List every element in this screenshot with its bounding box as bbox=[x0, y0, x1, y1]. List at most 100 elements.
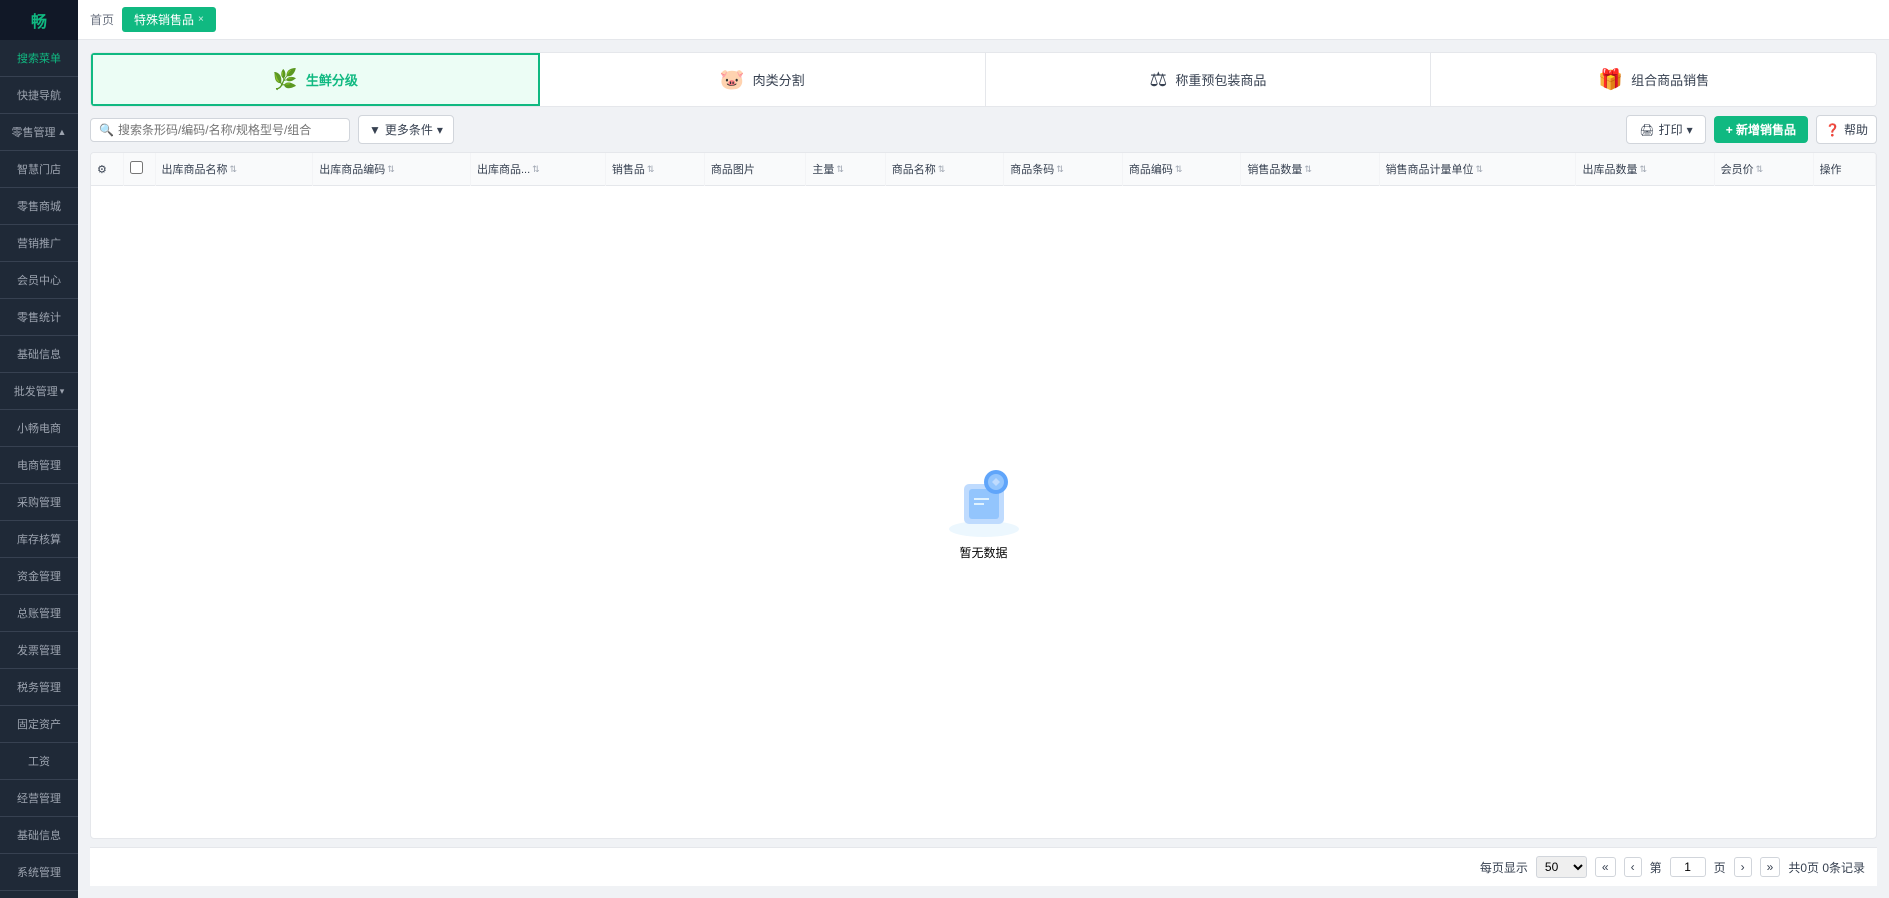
sidebar-item-enterprise[interactable]: 企业协同 bbox=[0, 891, 78, 898]
th-checkbox bbox=[123, 153, 155, 186]
total-info: 共0页 0条记录 bbox=[1788, 859, 1865, 876]
filter-button[interactable]: ▼ 更多条件 ▾ bbox=[358, 115, 454, 144]
th-sales-qty[interactable]: 销售品数量 ⇅ bbox=[1241, 153, 1379, 186]
sort-icon: ⇅ bbox=[230, 164, 238, 175]
sidebar-item-ecom-mgmt[interactable]: 电商管理 bbox=[0, 447, 78, 484]
sidebar-item-operations[interactable]: 经营管理 bbox=[0, 780, 78, 817]
empty-state: 暂无数据 bbox=[91, 186, 1876, 838]
select-all-checkbox[interactable] bbox=[130, 161, 143, 174]
th-out-product-spec[interactable]: 出库商品... ⇅ bbox=[471, 153, 606, 186]
print-arrow-icon: ▾ bbox=[1687, 123, 1693, 137]
sidebar-item-member-center[interactable]: 会员中心 bbox=[0, 262, 78, 299]
tab-fresh-grade[interactable]: 🌿 生鲜分级 bbox=[91, 53, 540, 106]
sidebar-item-inventory[interactable]: 库存核算 bbox=[0, 521, 78, 558]
data-table: ⚙ 出库商品名称 ⇅ 出库商 bbox=[90, 152, 1877, 839]
sidebar-item-sys-mgmt[interactable]: 系统管理 bbox=[0, 854, 78, 891]
tab-weight-packed[interactable]: ⚖ 称重预包装商品 bbox=[986, 53, 1432, 106]
th-out-product-name[interactable]: 出库商品名称 ⇅ bbox=[155, 153, 313, 186]
page-last-button[interactable]: » bbox=[1760, 857, 1781, 877]
filter-icon: ▼ bbox=[369, 123, 381, 137]
sidebar-item-basic-info[interactable]: 基础信息 bbox=[0, 336, 78, 373]
sort-icon: ⇅ bbox=[1639, 164, 1647, 175]
table-header: ⚙ 出库商品名称 ⇅ 出库商 bbox=[91, 153, 1876, 186]
chevron-icon: ▲ bbox=[58, 127, 67, 137]
sort-icon: ⇅ bbox=[938, 164, 946, 175]
per-page-select[interactable]: 20 50 100 bbox=[1536, 856, 1587, 878]
th-settings[interactable]: ⚙ bbox=[91, 153, 123, 186]
sidebar-item-retail-stats[interactable]: 零售统计 bbox=[0, 299, 78, 336]
sidebar-item-quick-nav[interactable]: 快捷导航 bbox=[0, 77, 78, 114]
add-sales-product-button[interactable]: + 新增销售品 bbox=[1714, 116, 1808, 143]
sidebar-item-finance[interactable]: 资金管理 bbox=[0, 558, 78, 595]
search-input[interactable] bbox=[118, 123, 341, 137]
sidebar-item-smart-store[interactable]: 智慧门店 bbox=[0, 151, 78, 188]
tab-combo-sales[interactable]: 🎁 组合商品销售 bbox=[1431, 53, 1876, 106]
sort-icon: ⇅ bbox=[647, 164, 655, 175]
sort-icon: ⇅ bbox=[1175, 164, 1183, 175]
page-first-button[interactable]: « bbox=[1595, 857, 1616, 877]
th-action: 操作 bbox=[1813, 153, 1875, 186]
table: ⚙ 出库商品名称 ⇅ 出库商 bbox=[91, 153, 1876, 186]
page-input[interactable] bbox=[1670, 857, 1706, 877]
sidebar-item-fixed-assets[interactable]: 固定资产 bbox=[0, 706, 78, 743]
help-icon: ❓ bbox=[1825, 123, 1840, 137]
th-product-barcode[interactable]: 商品条码 ⇅ bbox=[1004, 153, 1123, 186]
sidebar-item-sales-promo[interactable]: 营销推广 bbox=[0, 225, 78, 262]
sidebar-item-purchase-mgmt[interactable]: 采购管理 bbox=[0, 484, 78, 521]
column-settings-icon: ⚙ bbox=[97, 164, 107, 176]
th-sales-product[interactable]: 销售品 ⇅ bbox=[605, 153, 704, 186]
page-content: 🌿 生鲜分级 🐷 肉类分割 ⚖ 称重预包装商品 🎁 组合商品销售 🔍 bbox=[78, 40, 1889, 898]
sidebar-item-retail-mgmt[interactable]: 零售管理 ▲ bbox=[0, 114, 78, 151]
sidebar: 畅 搜索菜单 快捷导航 零售管理 ▲ 智慧门店 零售商城 营销推广 会员中心 零… bbox=[0, 0, 78, 898]
print-icon: 🖨 bbox=[1639, 123, 1654, 137]
search-icon: 🔍 bbox=[99, 123, 114, 137]
th-out-qty[interactable]: 出库品数量 ⇅ bbox=[1576, 153, 1714, 186]
sidebar-item-payroll[interactable]: 工资 bbox=[0, 743, 78, 780]
sort-icon: ⇅ bbox=[1756, 164, 1764, 175]
page-prev-button[interactable]: ‹ bbox=[1624, 857, 1642, 877]
th-out-product-code[interactable]: 出库商品编码 ⇅ bbox=[313, 153, 471, 186]
sidebar-item-retail-mall[interactable]: 零售商城 bbox=[0, 188, 78, 225]
sidebar-item-tax-mgmt[interactable]: 税务管理 bbox=[0, 669, 78, 706]
home-link[interactable]: 首页 bbox=[90, 11, 114, 28]
sort-icon: ⇅ bbox=[532, 164, 540, 175]
page-label-after: 页 bbox=[1714, 859, 1726, 876]
filter-arrow-icon: ▾ bbox=[437, 123, 443, 137]
tab-meat-cut[interactable]: 🐷 肉类分割 bbox=[540, 53, 986, 106]
th-sales-unit[interactable]: 销售商品计量单位 ⇅ bbox=[1379, 153, 1576, 186]
pagination: 每页显示 20 50 100 « ‹ 第 页 › » 共0页 0条记录 bbox=[90, 847, 1877, 886]
page-next-button[interactable]: › bbox=[1734, 857, 1752, 877]
sidebar-item-invoice-mgmt[interactable]: 发票管理 bbox=[0, 632, 78, 669]
sidebar-item-search[interactable]: 搜索菜单 bbox=[0, 40, 78, 77]
topbar: 首页 特殊销售品 × bbox=[78, 0, 1889, 40]
sidebar-item-basic-info2[interactable]: 基础信息 bbox=[0, 817, 78, 854]
category-tabs: 🌿 生鲜分级 🐷 肉类分割 ⚖ 称重预包装商品 🎁 组合商品销售 bbox=[90, 52, 1877, 107]
sort-icon: ⇅ bbox=[387, 164, 395, 175]
th-member-price[interactable]: 会员价 ⇅ bbox=[1714, 153, 1813, 186]
th-product-image: 商品图片 bbox=[704, 153, 806, 186]
combo-sales-icon: 🎁 bbox=[1598, 67, 1623, 92]
sidebar-item-wholesale-mgmt[interactable]: 批发管理 ▾ bbox=[0, 373, 78, 410]
sidebar-item-mini-ecom[interactable]: 小畅电商 bbox=[0, 410, 78, 447]
toolbar: 🔍 ▼ 更多条件 ▾ 🖨 打印 ▾ + 新增销售品 bbox=[90, 115, 1877, 144]
help-button[interactable]: ❓ 帮助 bbox=[1816, 115, 1877, 144]
toolbar-right: 🖨 打印 ▾ + 新增销售品 ❓ 帮助 bbox=[1626, 115, 1877, 144]
print-button[interactable]: 🖨 打印 ▾ bbox=[1626, 115, 1705, 144]
active-tab[interactable]: 特殊销售品 × bbox=[122, 7, 216, 32]
sort-icon: ⇅ bbox=[1476, 164, 1484, 175]
page-label-before: 第 bbox=[1650, 859, 1662, 876]
fresh-grade-icon: 🌿 bbox=[273, 67, 298, 92]
empty-illustration bbox=[934, 464, 1034, 544]
tab-close-button[interactable]: × bbox=[198, 14, 204, 25]
sort-icon: ⇅ bbox=[836, 164, 844, 175]
th-product-code[interactable]: 商品编码 ⇅ bbox=[1122, 153, 1241, 186]
chevron-down-icon: ▾ bbox=[60, 386, 65, 397]
th-product-name[interactable]: 商品名称 ⇅ bbox=[885, 153, 1004, 186]
per-page-label: 每页显示 bbox=[1480, 859, 1528, 876]
empty-text: 暂无数据 bbox=[959, 544, 1007, 561]
sidebar-logo: 畅 bbox=[0, 0, 78, 40]
sort-icon: ⇅ bbox=[1304, 164, 1312, 175]
sidebar-item-general-ledger[interactable]: 总账管理 bbox=[0, 595, 78, 632]
th-weight[interactable]: 主量 ⇅ bbox=[806, 153, 885, 186]
sort-icon: ⇅ bbox=[1056, 164, 1064, 175]
